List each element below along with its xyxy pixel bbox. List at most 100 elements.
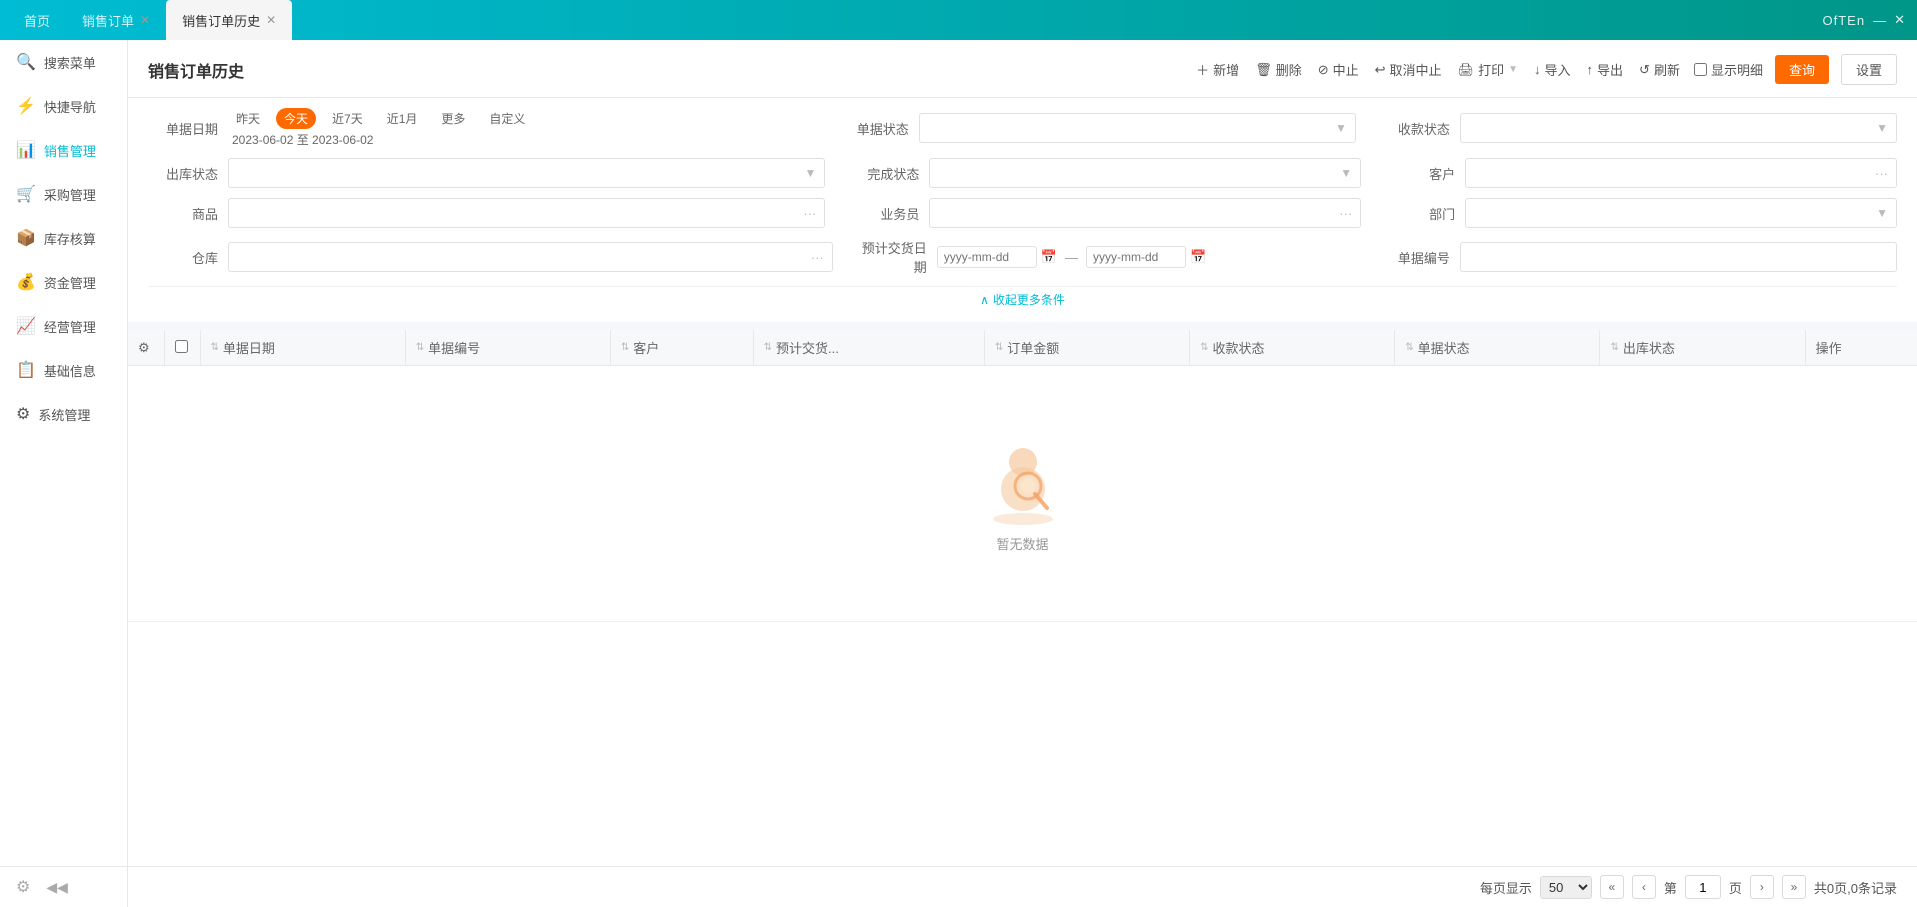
page-number-input[interactable]: [1685, 875, 1721, 899]
order-number-label: 单据编号: [1380, 248, 1460, 267]
salesperson-field[interactable]: ···: [929, 198, 1361, 228]
sidebar-item-system[interactable]: ⚙ 系统管理: [0, 392, 127, 436]
delete-button[interactable]: 🗑 删除: [1253, 56, 1304, 83]
sidebar-item-search[interactable]: 🔍 搜索菜单: [0, 40, 127, 84]
warehouse-field[interactable]: ···: [228, 242, 833, 272]
export-button[interactable]: ↑ 导出: [1585, 56, 1626, 83]
prev-page-btn[interactable]: ‹: [1632, 875, 1656, 899]
last-page-btn[interactable]: »: [1782, 875, 1806, 899]
add-button[interactable]: ＋ 新增: [1194, 56, 1241, 83]
sidebar-bottom: ⚙ ◀◀: [0, 866, 127, 907]
th-checkbox[interactable]: [164, 330, 200, 366]
show-detail-input[interactable]: [1694, 63, 1707, 76]
payment-status-field[interactable]: ▼: [1460, 113, 1897, 143]
sidebar-item-quicknav-label: 快捷导航: [44, 97, 96, 116]
refresh-button[interactable]: ↺ 刷新: [1637, 56, 1682, 83]
customer-field[interactable]: ···: [1465, 158, 1897, 188]
outstock-field[interactable]: ▼: [228, 158, 825, 188]
th-gear[interactable]: ⚙: [128, 330, 164, 366]
quicknav-icon: ⚡: [16, 96, 36, 116]
th-delivery[interactable]: ⇅ 预计交货...: [753, 330, 984, 366]
th-customer-label: 客户: [633, 338, 659, 357]
date-opt-custom[interactable]: 自定义: [481, 108, 533, 129]
date-opt-7days[interactable]: 近7天: [324, 108, 371, 129]
status-label: 单据状态: [839, 119, 919, 138]
tab-home-label: 首页: [24, 11, 50, 30]
order-number-field[interactable]: [1460, 242, 1897, 272]
close-btn[interactable]: ✕: [1894, 12, 1905, 28]
query-button[interactable]: 查询: [1775, 55, 1829, 84]
sidebar-collapse-icon[interactable]: ◀◀: [46, 879, 68, 896]
complete-field[interactable]: ▼: [929, 158, 1361, 188]
goods-field[interactable]: ···: [228, 198, 825, 228]
date-range: 2023-06-02 至 2023-06-02: [228, 131, 815, 148]
th-number-label: 单据编号: [428, 338, 480, 357]
stop-button[interactable]: ⊘ 中止: [1316, 56, 1361, 83]
date-opt-today[interactable]: 今天: [276, 108, 316, 129]
tab-sales-history-close[interactable]: ✕: [266, 13, 276, 27]
th-date[interactable]: ⇅ 单据日期: [200, 330, 405, 366]
th-amount[interactable]: ⇅ 订单金额: [984, 330, 1189, 366]
th-delivery-label: 预计交货...: [776, 338, 839, 357]
tab-sales-order[interactable]: 销售订单 ✕: [66, 0, 166, 40]
sidebar: 🔍 搜索菜单 ⚡ 快捷导航 📊 销售管理 🛒 采购管理 📦 库存核算 💰 资金管…: [0, 40, 128, 907]
tab-sales-order-close[interactable]: ✕: [140, 13, 150, 27]
th-date-label: 单据日期: [223, 338, 275, 357]
outstock-dropdown-icon: ▼: [804, 166, 816, 180]
dept-field[interactable]: ▼: [1465, 198, 1897, 228]
show-detail-checkbox[interactable]: 显示明细: [1694, 60, 1763, 79]
sidebar-item-finance[interactable]: 💰 资金管理: [0, 260, 127, 304]
sidebar-item-purchase[interactable]: 🛒 采购管理: [0, 172, 127, 216]
sidebar-item-quicknav[interactable]: ⚡ 快捷导航: [0, 84, 127, 128]
sidebar-item-sales[interactable]: 📊 销售管理: [0, 128, 127, 172]
settings-button[interactable]: 设置: [1841, 54, 1897, 85]
sidebar-item-basic[interactable]: 📋 基础信息: [0, 348, 127, 392]
filter-row-3: 商品 ··· 业务员 ··· 部门 ▼: [148, 198, 1897, 228]
tab-home[interactable]: 首页: [8, 0, 66, 40]
filter-row-1: 单据日期 昨天 今天 近7天 近1月 更多 自定义 2023-06-02 至 2…: [148, 108, 1897, 148]
delivery-date-from[interactable]: [937, 246, 1037, 268]
gear-icon[interactable]: ⚙: [138, 340, 150, 355]
sidebar-settings-icon[interactable]: ⚙: [16, 877, 30, 897]
th-status[interactable]: ⇅ 单据状态: [1395, 330, 1600, 366]
complete-dropdown-icon: ▼: [1340, 166, 1352, 180]
finance-icon: 💰: [16, 272, 36, 292]
tab-sales-history[interactable]: 销售订单历史 ✕: [166, 0, 292, 40]
date-opt-1month[interactable]: 近1月: [379, 108, 426, 129]
print-icon: 🖨: [1458, 62, 1475, 78]
th-customer[interactable]: ⇅ 客户: [610, 330, 753, 366]
sidebar-item-operation[interactable]: 📈 经营管理: [0, 304, 127, 348]
empty-state-cell: 暂无数据: [128, 366, 1917, 622]
status-field[interactable]: ▼: [919, 113, 1356, 143]
date-opt-yesterday[interactable]: 昨天: [228, 108, 268, 129]
select-all-checkbox[interactable]: [175, 340, 188, 353]
top-bar-right: OfTEn — ✕: [1823, 12, 1917, 28]
calendar-from-icon[interactable]: 📅: [1041, 249, 1057, 265]
complete-label: 完成状态: [849, 164, 929, 183]
th-number[interactable]: ⇅ 单据编号: [405, 330, 610, 366]
sidebar-item-inventory[interactable]: 📦 库存核算: [0, 216, 127, 260]
tab-sales-order-label: 销售订单: [82, 11, 134, 30]
first-page-btn[interactable]: «: [1600, 875, 1624, 899]
goods-label: 商品: [148, 204, 228, 223]
th-warehouse[interactable]: ⇅ 出库状态: [1600, 330, 1805, 366]
cancel-stop-label: 取消中止: [1390, 60, 1442, 79]
filter-area: 单据日期 昨天 今天 近7天 近1月 更多 自定义 2023-06-02 至 2…: [128, 98, 1917, 322]
minimize-btn[interactable]: —: [1873, 13, 1886, 28]
date-opt-more[interactable]: 更多: [433, 108, 473, 129]
calendar-to-icon[interactable]: 📅: [1190, 249, 1206, 265]
cancel-stop-button[interactable]: ↩ 取消中止: [1373, 56, 1444, 83]
refresh-icon: ↺: [1639, 62, 1650, 78]
next-page-btn[interactable]: ›: [1750, 875, 1774, 899]
dept-dropdown-icon: ▼: [1876, 206, 1888, 220]
collapse-row[interactable]: ∧ 收起更多条件: [148, 286, 1897, 312]
import-button[interactable]: ↓ 导入: [1532, 56, 1573, 83]
refresh-label: 刷新: [1654, 60, 1680, 79]
per-page-select[interactable]: 50 100 200: [1540, 876, 1592, 899]
delivery-date-to[interactable]: [1086, 246, 1186, 268]
sales-icon: 📊: [16, 140, 36, 160]
print-label: 打印: [1478, 60, 1504, 79]
print-button[interactable]: 🖨 打印 ▼: [1456, 56, 1520, 83]
delete-label: 删除: [1276, 60, 1302, 79]
th-payment[interactable]: ⇅ 收款状态: [1190, 330, 1395, 366]
